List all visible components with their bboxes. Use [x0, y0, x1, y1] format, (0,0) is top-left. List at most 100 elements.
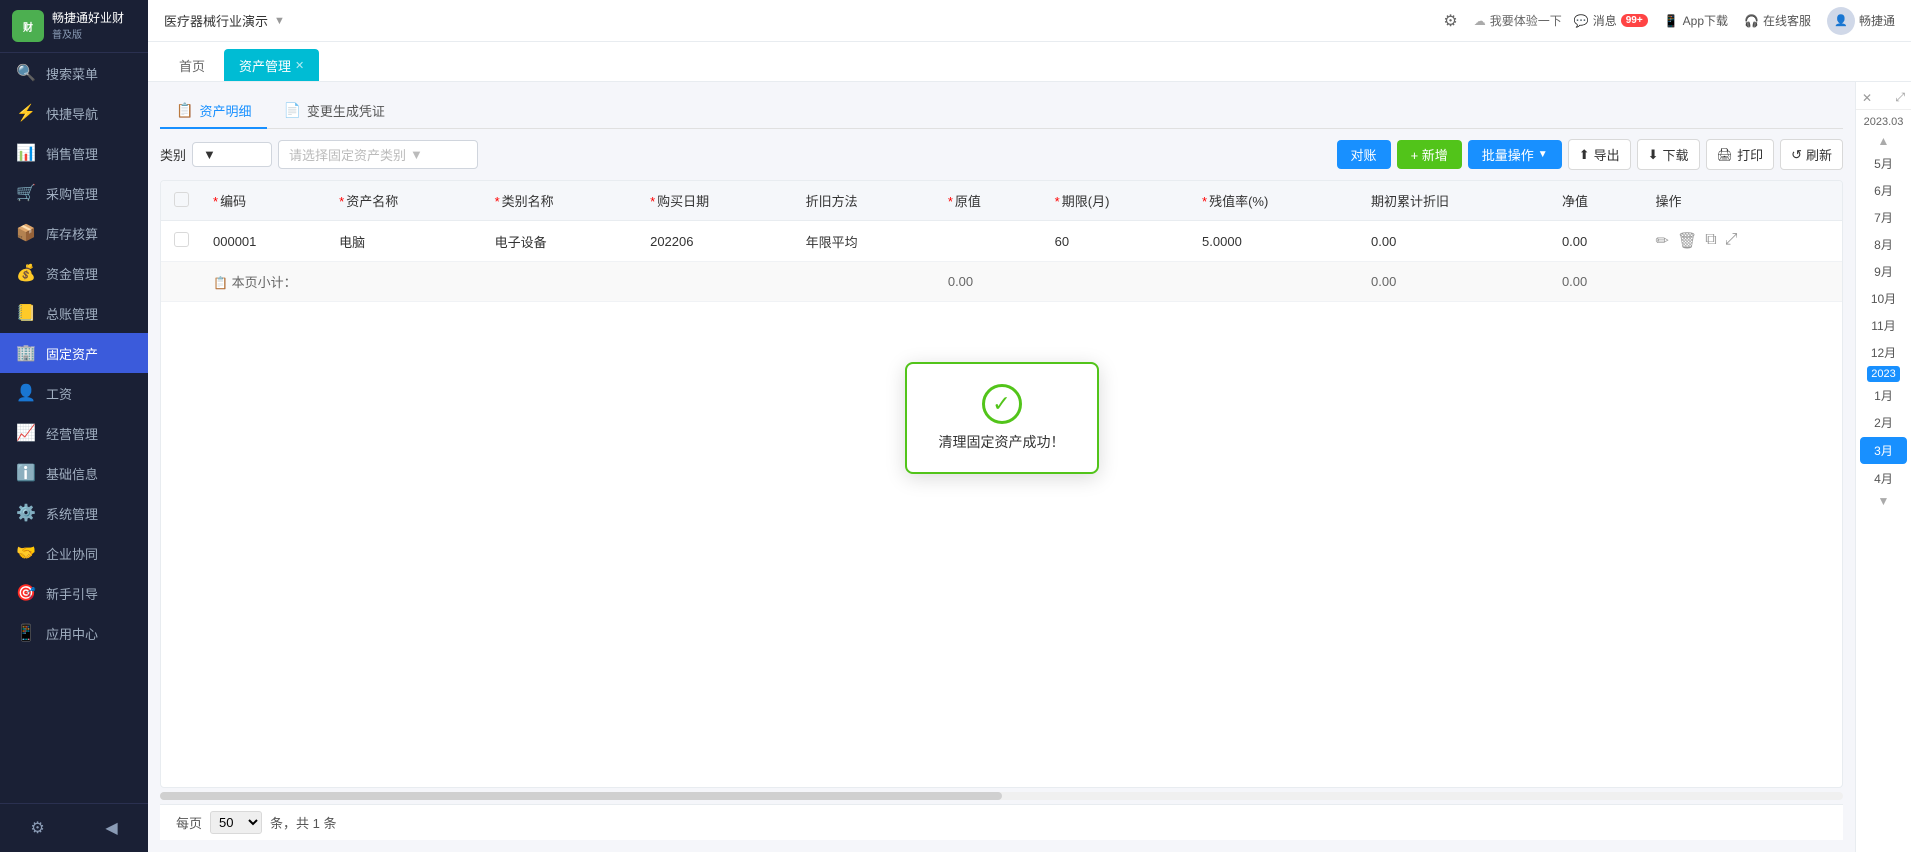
rp-month-7[interactable]: 7月: [1856, 204, 1911, 231]
rp-month-12[interactable]: 12月: [1856, 339, 1911, 366]
rp-month-2[interactable]: 2月: [1856, 409, 1911, 436]
col-depreciation-method: 折旧方法: [794, 181, 936, 221]
rp-month-5[interactable]: 5月: [1856, 150, 1911, 177]
user-menu[interactable]: 👤 畅捷通: [1827, 7, 1895, 35]
subtab-asset-detail[interactable]: 📋 资产明细: [160, 94, 267, 129]
per-page-select[interactable]: 50 10 20 100: [210, 811, 262, 834]
rp-month-11[interactable]: 11月: [1856, 312, 1911, 339]
sidebar-item-ledger[interactable]: 📒 总账管理: [0, 293, 148, 333]
rp-month-3-current[interactable]: 3月: [1860, 437, 1907, 464]
refresh-icon: ↺: [1791, 147, 1802, 163]
rp-scroll-down-btn[interactable]: ▼: [1876, 492, 1892, 510]
per-page-label: 每页: [176, 813, 202, 832]
rp-close-icon[interactable]: ✕: [1862, 91, 1872, 105]
tab-home[interactable]: 首页: [164, 49, 220, 81]
service-icon: 🎧: [1744, 14, 1759, 28]
subtotal-label: 📋 本页小计：: [201, 262, 936, 302]
collapse-sidebar-btn[interactable]: ◀: [99, 812, 123, 844]
sidebar-item-basic-info[interactable]: ℹ️ 基础信息: [0, 453, 148, 493]
sidebar-item-label: 新手引导: [46, 584, 98, 603]
sidebar-item-fixed-assets[interactable]: 🏢 固定资产: [0, 333, 148, 373]
sidebar-item-purchase[interactable]: 🛒 采购管理: [0, 173, 148, 213]
online-service-btn[interactable]: 🎧 在线客服: [1744, 12, 1811, 29]
table-wrapper: *编码 *资产名称 *类别名称 *购买日期 折旧方法 *原值 *期限(月) *残…: [160, 180, 1843, 788]
topbar-settings-btn[interactable]: ⚙: [1443, 11, 1457, 31]
app-logo: 财 畅捷通好业财 普及版: [0, 0, 148, 53]
subtotal-actions: [1644, 262, 1842, 302]
sidebar-item-salary[interactable]: 👤 工资: [0, 373, 148, 413]
sidebar-item-quick-nav[interactable]: ⚡ 快捷导航: [0, 93, 148, 133]
toast-overlay: ✓ 清理固定资产成功！: [905, 362, 1099, 474]
app-download-btn[interactable]: 📱 App下载: [1664, 12, 1728, 29]
row-net-value: 0.00: [1550, 221, 1644, 262]
refresh-btn[interactable]: ↺ 刷新: [1780, 139, 1843, 170]
subtotal-empty: [161, 262, 201, 302]
rp-scroll-up-btn[interactable]: ▲: [1876, 132, 1892, 150]
avatar: 👤: [1827, 7, 1855, 35]
rp-month-4[interactable]: 4月: [1856, 465, 1911, 492]
company-name: 医疗器械行业演示: [164, 11, 268, 30]
settings-bottom-btn[interactable]: ⚙: [24, 812, 50, 844]
col-original-value: *原值: [936, 181, 1043, 221]
col-net-value: 净值: [1550, 181, 1644, 221]
rp-month-1[interactable]: 1月: [1856, 382, 1911, 409]
download-icon: ⬇: [1648, 147, 1659, 163]
download-btn[interactable]: ⬇ 下载: [1637, 139, 1700, 170]
category-label: 类别: [160, 145, 186, 164]
sidebar-item-enterprise[interactable]: 🤝 企业协同: [0, 533, 148, 573]
tab-asset-mgmt[interactable]: 资产管理 ✕: [224, 49, 319, 81]
experience-btn[interactable]: ☁ 我要体验一下: [1474, 12, 1562, 29]
scrollbar-thumb[interactable]: [160, 792, 1002, 800]
sidebar-item-label: 快捷导航: [46, 104, 98, 123]
rp-month-6[interactable]: 6月: [1856, 177, 1911, 204]
subtab-asset-detail-label: 资产明细: [199, 101, 251, 120]
message-btn[interactable]: 💬 消息 99+: [1574, 12, 1648, 29]
export-icon: ⬆: [1579, 147, 1590, 163]
sidebar-item-search[interactable]: 🔍 搜索菜单: [0, 53, 148, 93]
category-select[interactable]: ▼: [192, 142, 272, 167]
row-name: 电脑: [327, 221, 482, 262]
sidebar-item-sales[interactable]: 📊 销售管理: [0, 133, 148, 173]
sidebar-item-operations[interactable]: 📈 经营管理: [0, 413, 148, 453]
reconcile-btn[interactable]: 对账: [1337, 140, 1391, 169]
company-selector[interactable]: 医疗器械行业演示 ▼: [164, 11, 1431, 30]
sidebar: 财 畅捷通好业财 普及版 🔍 搜索菜单 ⚡ 快捷导航 📊 销售管理 🛒 采购管理…: [0, 0, 148, 852]
subtab-voucher-gen[interactable]: 📄 变更生成凭证: [267, 94, 400, 129]
sidebar-item-system[interactable]: ⚙️ 系统管理: [0, 493, 148, 533]
copy-icon[interactable]: ⧉: [1705, 231, 1716, 251]
sidebar-item-label: 资金管理: [46, 264, 98, 283]
rp-month-9[interactable]: 9月: [1856, 258, 1911, 285]
rp-expand-icon[interactable]: ⤢: [1895, 90, 1905, 105]
delete-icon[interactable]: 🗑: [1677, 231, 1697, 251]
rp-month-10[interactable]: 10月: [1856, 285, 1911, 312]
sidebar-item-label: 总账管理: [46, 304, 98, 323]
edit-icon[interactable]: ✏: [1656, 231, 1669, 251]
horizontal-scrollbar[interactable]: [160, 792, 1843, 800]
sidebar-item-funds[interactable]: 💰 资金管理: [0, 253, 148, 293]
category-input[interactable]: 请选择固定资产类别 ▼: [278, 140, 478, 169]
sidebar-item-app-center[interactable]: 📱 应用中心: [0, 613, 148, 653]
rp-month-8[interactable]: 8月: [1856, 231, 1911, 258]
batch-btn[interactable]: 批量操作 ▼: [1468, 140, 1562, 169]
more-icon[interactable]: ⤢: [1725, 231, 1738, 251]
row-initial-depreciation: 0.00: [1359, 221, 1550, 262]
sidebar-item-inventory[interactable]: 📦 库存核算: [0, 213, 148, 253]
app-icon: 📱: [1664, 14, 1679, 28]
sidebar-item-guide[interactable]: 🎯 新手引导: [0, 573, 148, 613]
export-btn[interactable]: ⬆ 导出: [1568, 139, 1631, 170]
cloud-icon: ☁: [1474, 14, 1486, 28]
new-btn[interactable]: + 新增: [1397, 140, 1462, 169]
subtotal-original-value: 0.00: [936, 262, 1043, 302]
select-all-checkbox[interactable]: [174, 192, 189, 207]
building-icon: 🏢: [16, 343, 36, 363]
toolbar-right: 对账 + 新增 批量操作 ▼ ⬆ 导出 ⬇ 下载 🖨: [1337, 139, 1843, 170]
print-btn[interactable]: 🖨 打印: [1706, 139, 1775, 170]
col-code: *编码: [201, 181, 327, 221]
company-dropdown-icon: ▼: [274, 15, 285, 27]
toolbar: 类别 ▼ 请选择固定资产类别 ▼ 对账 + 新增 批量操作: [160, 139, 1843, 170]
tab-asset-mgmt-label: 资产管理: [239, 56, 291, 75]
sidebar-item-label: 销售管理: [46, 144, 98, 163]
col-initial-depreciation: 期初累计折旧: [1359, 181, 1550, 221]
row-checkbox[interactable]: [174, 232, 189, 247]
tab-close-icon[interactable]: ✕: [295, 59, 304, 72]
